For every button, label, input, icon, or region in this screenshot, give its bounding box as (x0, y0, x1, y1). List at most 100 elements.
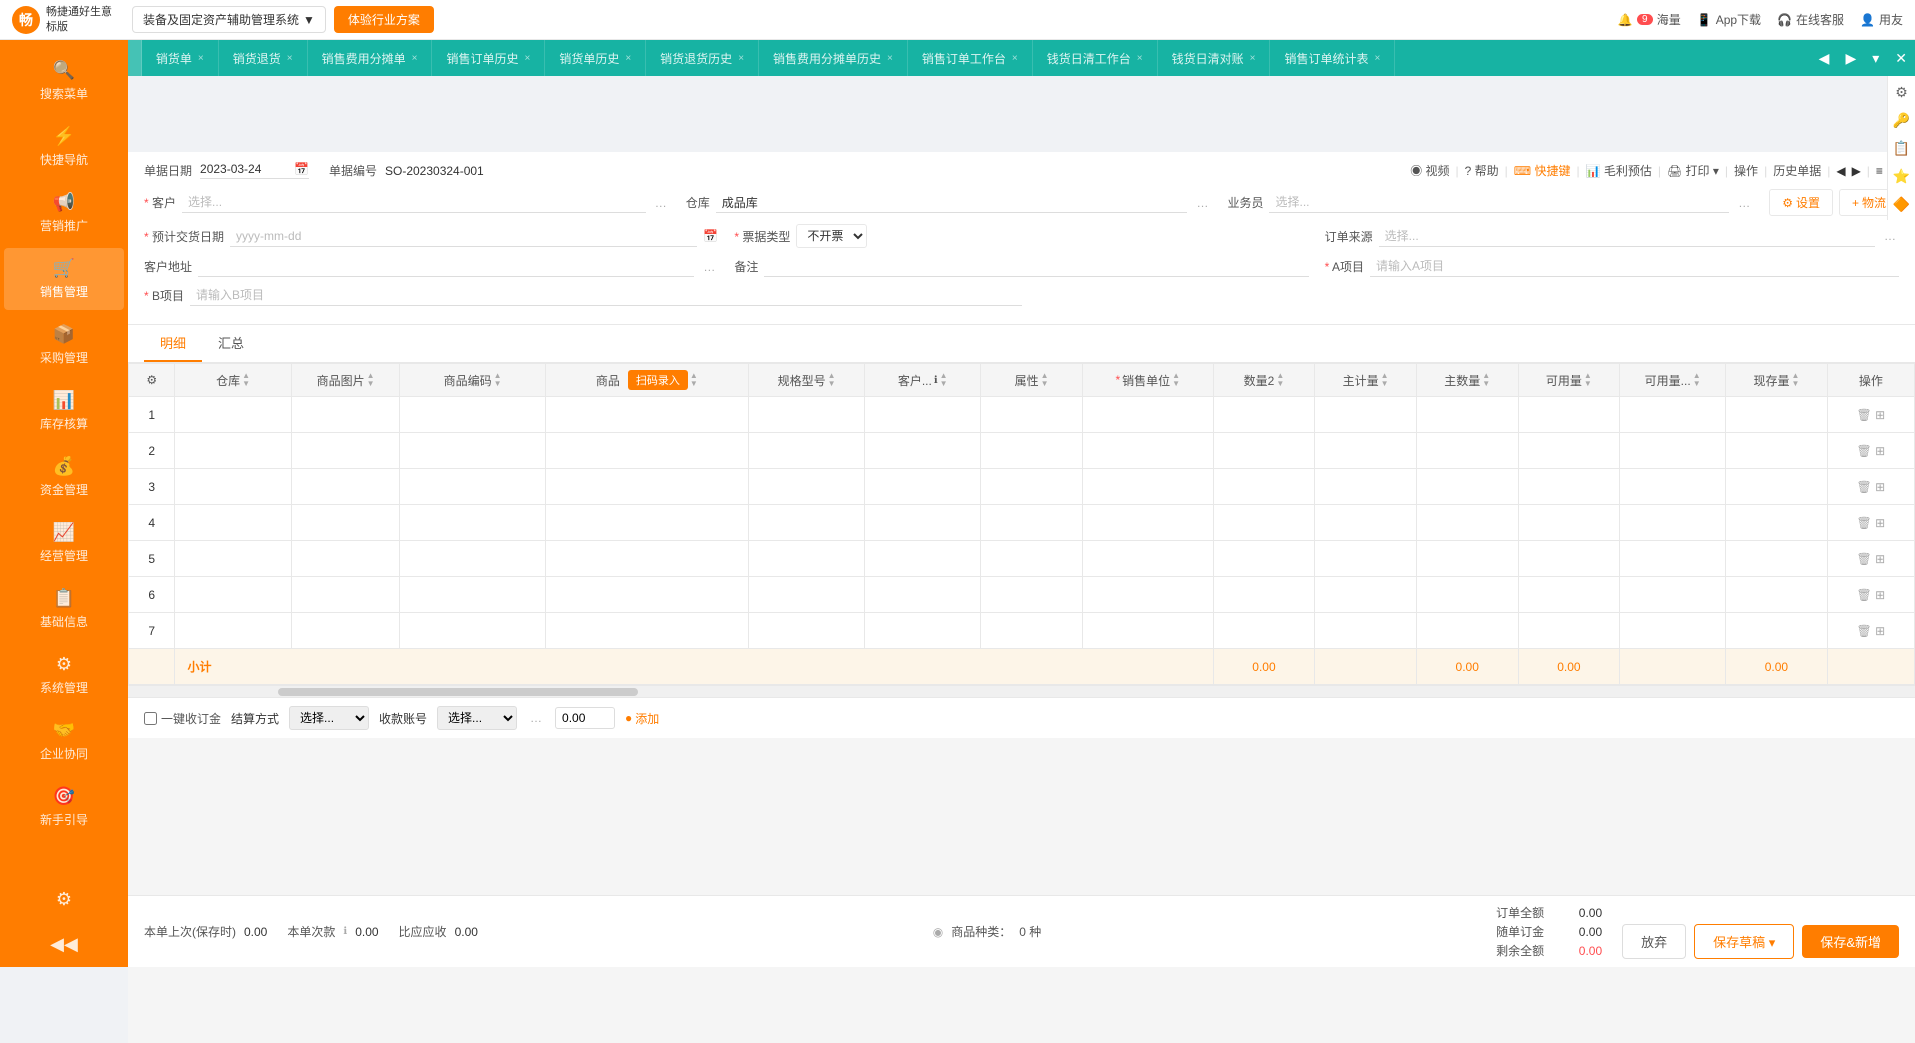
tab-cash-reconcile[interactable]: 钱货日清对账 × (1158, 40, 1271, 76)
cell-avail-1[interactable] (1518, 397, 1620, 433)
sidebar-item-inventory[interactable]: 📊 库存核算 (4, 380, 124, 442)
calendar-icon[interactable]: 📅 (294, 162, 309, 176)
tab-close-sales-goods[interactable]: × (198, 53, 204, 64)
app-download-btn[interactable]: 📱 App下载 (1697, 11, 1761, 28)
sidebar-collapse-btn[interactable]: ◀◀ (4, 924, 124, 965)
delete-icon-6[interactable]: 🗑 (1857, 588, 1872, 602)
cell-avail-2[interactable] (1518, 433, 1620, 469)
sidebar-item-search[interactable]: 🔍 搜索菜单 (4, 50, 124, 112)
scrollbar-thumb[interactable] (278, 688, 638, 696)
right-panel-clip-btn[interactable]: 📋 (1890, 136, 1914, 160)
help-btn[interactable]: ? 帮助 (1465, 162, 1499, 179)
order-source-input[interactable] (1379, 226, 1875, 247)
tab-close-sales-expense[interactable]: × (412, 53, 418, 64)
right-panel-star-btn[interactable]: ⭐ (1890, 164, 1914, 188)
th-available2[interactable]: 可用量... ▲▼ (1620, 364, 1726, 397)
b-project-input[interactable] (190, 285, 1021, 306)
account-expand-btn[interactable]: … (527, 711, 545, 725)
delete-icon-7[interactable]: 🗑 (1857, 624, 1872, 638)
tab-summary[interactable]: 汇总 (202, 325, 260, 362)
cell-attr-1[interactable] (981, 397, 1083, 433)
history-doc-btn[interactable]: 历史单据 (1773, 162, 1821, 179)
salesperson-input[interactable] (1269, 192, 1729, 213)
tab-expense-history[interactable]: 销售费用分摊单历史 × (759, 40, 908, 76)
shortcut-btn[interactable]: ⌨ 快捷键 (1514, 162, 1571, 179)
nav-menu-btn[interactable]: ▾ (1864, 40, 1887, 76)
prev-record-btn[interactable]: ◀ (1836, 164, 1845, 178)
copy-icon-7[interactable]: ⊞ (1875, 624, 1885, 638)
cell-unit-2[interactable] (1082, 433, 1213, 469)
tab-cash-workbench[interactable]: 钱货日清工作台 × (1033, 40, 1158, 76)
sidebar-settings-btn[interactable]: ⚙ (4, 879, 124, 920)
industry-btn[interactable]: 体验行业方案 (334, 6, 434, 33)
sidebar-item-basicinfo[interactable]: 📋 基础信息 (4, 578, 124, 640)
save-draft-btn[interactable]: 保存草稿 ▾ (1694, 924, 1794, 959)
delete-icon-4[interactable]: 🗑 (1857, 516, 1872, 530)
nav-next-btn[interactable]: ▶ (1837, 40, 1864, 76)
remarks-input[interactable] (764, 256, 1308, 277)
cell-warehouse-1[interactable] (175, 397, 291, 433)
th-product[interactable]: 商品 扫码录入 ▲▼ (545, 364, 748, 397)
add-payment-btn[interactable]: ● 添加 (625, 710, 659, 727)
copy-icon-5[interactable]: ⊞ (1875, 552, 1885, 566)
tab-close-expense-history[interactable]: × (887, 53, 893, 64)
cell-cust-code-2[interactable] (865, 433, 981, 469)
print-btn[interactable]: 🖨 打印 ▾ (1667, 162, 1719, 179)
cell-warehouse-2[interactable] (175, 433, 291, 469)
th-available[interactable]: 可用量 ▲▼ (1518, 364, 1620, 397)
system-selector[interactable]: 装备及固定资产辅助管理系统 ▼ (132, 6, 326, 33)
delete-icon-3[interactable]: 🗑 (1857, 480, 1872, 494)
doc-date-input[interactable] (200, 162, 290, 176)
tab-close-return-history[interactable]: × (738, 53, 744, 64)
cell-product-2[interactable] (545, 433, 748, 469)
tab-close-goods-history[interactable]: × (625, 53, 631, 64)
delete-icon-2[interactable]: 🗑 (1857, 444, 1872, 458)
order-source-expand-btn[interactable]: … (1881, 229, 1899, 243)
sidebar-item-purchase[interactable]: 📦 采购管理 (4, 314, 124, 376)
view-video-btn[interactable]: ◉ 视频 (1410, 162, 1449, 179)
sidebar-item-marketing[interactable]: 📢 营销推广 (4, 182, 124, 244)
save-new-btn[interactable]: 保存&新增 (1802, 925, 1899, 958)
nav-prev-btn[interactable]: ◀ (1811, 40, 1838, 76)
cell-stock-1[interactable] (1726, 397, 1828, 433)
ticket-type-select[interactable]: 不开票 (796, 224, 867, 248)
copy-icon-6[interactable]: ⊞ (1875, 588, 1885, 602)
table-scrollbar[interactable] (128, 685, 1915, 697)
tab-close-cash-reconcile[interactable]: × (1250, 53, 1256, 64)
tab-goods-history[interactable]: 销货单历史 × (545, 40, 646, 76)
cell-stock-2[interactable] (1726, 433, 1828, 469)
tab-close-order-stats[interactable]: × (1374, 53, 1380, 64)
customer-input[interactable] (182, 192, 646, 213)
th-customer-code[interactable]: 客户... ℹ ▲▼ (865, 364, 981, 397)
th-product-code[interactable]: 商品编码 ▲▼ (400, 364, 545, 397)
tab-detail[interactable]: 明细 (144, 325, 202, 362)
operation-btn[interactable]: 操作 (1734, 162, 1758, 179)
th-main-unit[interactable]: 主计量 ▲▼ (1315, 364, 1417, 397)
cell-main-unit-2[interactable] (1315, 433, 1417, 469)
cell-main-unit-1[interactable] (1315, 397, 1417, 433)
sidebar-item-guide[interactable]: 🎯 新手引导 (4, 776, 124, 838)
cell-main-qty-2[interactable] (1416, 433, 1518, 469)
delivery-date-input[interactable] (230, 226, 697, 247)
cell-unit-1[interactable] (1082, 397, 1213, 433)
cell-product-1[interactable] (545, 397, 748, 433)
right-panel-orange-btn[interactable]: 🔶 (1890, 192, 1914, 216)
th-main-qty[interactable]: 主数量 ▲▼ (1416, 364, 1518, 397)
a-project-input[interactable] (1370, 256, 1899, 277)
cell-main-qty-1[interactable] (1416, 397, 1518, 433)
list-view-btn[interactable]: ≡ (1876, 164, 1883, 178)
notification-btn[interactable]: 🔔 9 海量 (1618, 11, 1681, 28)
online-service-btn[interactable]: 🎧 在线客服 (1777, 11, 1844, 28)
th-product-image[interactable]: 商品图片 ▲▼ (291, 364, 400, 397)
cell-avail2-2[interactable] (1620, 433, 1726, 469)
delete-icon-1[interactable]: 🗑 (1857, 408, 1872, 422)
sidebar-item-sales[interactable]: 🛒 销售管理 (4, 248, 124, 310)
user-area[interactable]: 👤 用友 (1860, 11, 1903, 28)
tab-sales-goods[interactable]: 销货单 × (142, 40, 219, 76)
sidebar-item-finance[interactable]: 💰 资金管理 (4, 446, 124, 508)
cell-spec-1[interactable] (748, 397, 864, 433)
address-expand-btn[interactable]: … (700, 260, 718, 274)
th-qty2[interactable]: 数量2 ▲▼ (1213, 364, 1315, 397)
deposit-amount-input[interactable] (555, 707, 615, 729)
address-input[interactable] (198, 256, 694, 277)
